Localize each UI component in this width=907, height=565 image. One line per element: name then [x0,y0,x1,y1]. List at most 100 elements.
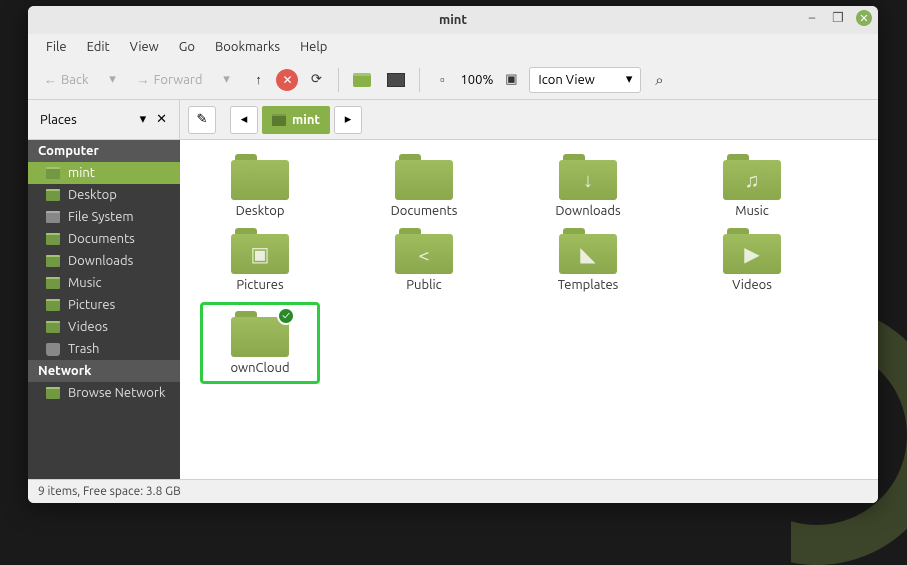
folder-icon: ↓ [559,154,617,200]
sync-badge-icon: ✓ [277,307,295,325]
close-sidebar-button[interactable]: ✕ [156,112,167,127]
sidebar-item-desktop[interactable]: Desktop [28,184,180,206]
menu-file[interactable]: File [38,38,75,56]
path-prev-button[interactable]: ◂ [230,106,258,134]
maximize-button[interactable]: ❐ [830,10,846,26]
zoom-out-button[interactable]: ▫ [428,66,456,94]
file-item-owncloud[interactable]: ✓ ownCloud [200,302,320,384]
back-dropdown[interactable]: ▾ [99,66,127,94]
file-label: Videos [732,278,772,292]
folder-icon [46,321,60,333]
file-manager-window: mint – ❐ ✕ File Edit View Go Bookmarks H… [28,6,878,503]
sidebar-item-label: Browse Network [68,386,165,400]
chevron-down-icon[interactable]: ▾ [140,112,147,127]
file-item-templates[interactable]: ◣ Templates [528,228,648,292]
sidebar-item-label: Documents [68,232,135,246]
file-label: Documents [391,204,458,218]
sidebar-section: Computer [28,140,180,162]
sidebar-item-mint[interactable]: mint [28,162,180,184]
breadcrumb-current[interactable]: mint [262,106,330,134]
folder-icon [231,154,289,200]
sidebar-item-label: Videos [68,320,108,334]
menu-go[interactable]: Go [171,38,203,56]
sidebar-item-trash[interactable]: Trash [28,338,180,360]
minimize-button[interactable]: – [804,10,820,26]
forward-dropdown[interactable]: ▾ [212,66,240,94]
folder-icon [272,114,286,126]
trash-icon [46,343,60,356]
file-item-videos[interactable]: ▶ Videos [692,228,812,292]
sidebar-item-label: Music [68,276,102,290]
file-label: Desktop [236,204,285,218]
menu-bookmarks[interactable]: Bookmarks [207,38,288,56]
folder-icon [46,189,60,201]
close-button[interactable]: ✕ [856,10,872,26]
search-button[interactable]: ⌕ [645,66,673,94]
folder-icon [46,277,60,289]
home-button[interactable] [347,66,377,94]
file-label: ownCloud [230,361,289,375]
sidebar-item-label: Desktop [68,188,117,202]
folder-icon [46,233,60,245]
menu-edit[interactable]: Edit [79,38,118,56]
sidebar-item-pictures[interactable]: Pictures [28,294,180,316]
file-label: Pictures [236,278,283,292]
folder-icon: ◣ [559,228,617,274]
sidebar-item-label: Pictures [68,298,115,312]
view-mode-select[interactable]: Icon View ▾ [529,67,641,93]
back-button[interactable]: ← Back [38,66,95,94]
menubar: File Edit View Go Bookmarks Help [28,34,878,60]
computer-button[interactable] [381,66,411,94]
folder-icon: < [395,228,453,274]
folder-icon: ▶ [723,228,781,274]
computer-icon [387,73,405,87]
sidebar-section: Network [28,360,180,382]
sidebar-item-browse-network[interactable]: Browse Network [28,382,180,404]
view-mode-label: Icon View [538,73,594,87]
sidebar-item-videos[interactable]: Videos [28,316,180,338]
places-header[interactable]: Places ▾ ✕ [28,100,180,139]
sidebar-item-label: Trash [68,342,99,356]
chevron-down-icon: ▾ [626,72,633,87]
folder-icon [46,387,60,399]
folder-icon: ▣ [231,228,289,274]
file-item-pictures[interactable]: ▣ Pictures [200,228,320,292]
sidebar-item-music[interactable]: Music [28,272,180,294]
folder-icon [46,255,60,267]
titlebar[interactable]: mint – ❐ ✕ [28,6,878,34]
sidebar-item-label: File System [68,210,134,224]
reload-button[interactable]: ⟳ [302,66,330,94]
folder-icon [46,299,60,311]
menu-help[interactable]: Help [292,38,335,56]
sidebar-item-label: mint [68,166,95,180]
file-item-documents[interactable]: Documents [364,154,484,218]
file-label: Public [406,278,441,292]
file-item-music[interactable]: ♫ Music [692,154,812,218]
path-next-button[interactable]: ▸ [334,106,362,134]
file-label: Templates [558,278,619,292]
folder-icon: ✓ [231,311,289,357]
sidebar-item-file-system[interactable]: File System [28,206,180,228]
edit-path-button[interactable]: ✎ [188,106,216,134]
sidebar-item-downloads[interactable]: Downloads [28,250,180,272]
stop-button[interactable]: ✕ [276,69,298,91]
folder-icon: ♫ [723,154,781,200]
folder-icon [46,167,60,179]
file-item-downloads[interactable]: ↓Downloads [528,154,648,218]
folder-icon [46,211,60,223]
file-item-public[interactable]: < Public [364,228,484,292]
zoom-level: 100% [460,73,493,87]
sidebar: Computer mint Desktop File System Documents D… [28,140,180,479]
up-button[interactable]: ↑ [244,66,272,94]
menu-view[interactable]: View [122,38,167,56]
toolbar: ← Back ▾ → Forward ▾ ↑ ✕ ⟳ ▫ 100% ▣ Icon… [28,60,878,100]
forward-button[interactable]: → Forward [131,66,209,94]
zoom-in-button[interactable]: ▣ [497,66,525,94]
content-area[interactable]: Desktop Documents ↓Downloads ♫ Music ▣ Picture… [180,140,878,479]
sidebar-item-documents[interactable]: Documents [28,228,180,250]
file-item-desktop[interactable]: Desktop [200,154,320,218]
window-title: mint [439,13,467,27]
status-text: 9 items, Free space: 3.8 GB [38,485,181,498]
file-label: Music [735,204,769,218]
folder-icon [395,154,453,200]
